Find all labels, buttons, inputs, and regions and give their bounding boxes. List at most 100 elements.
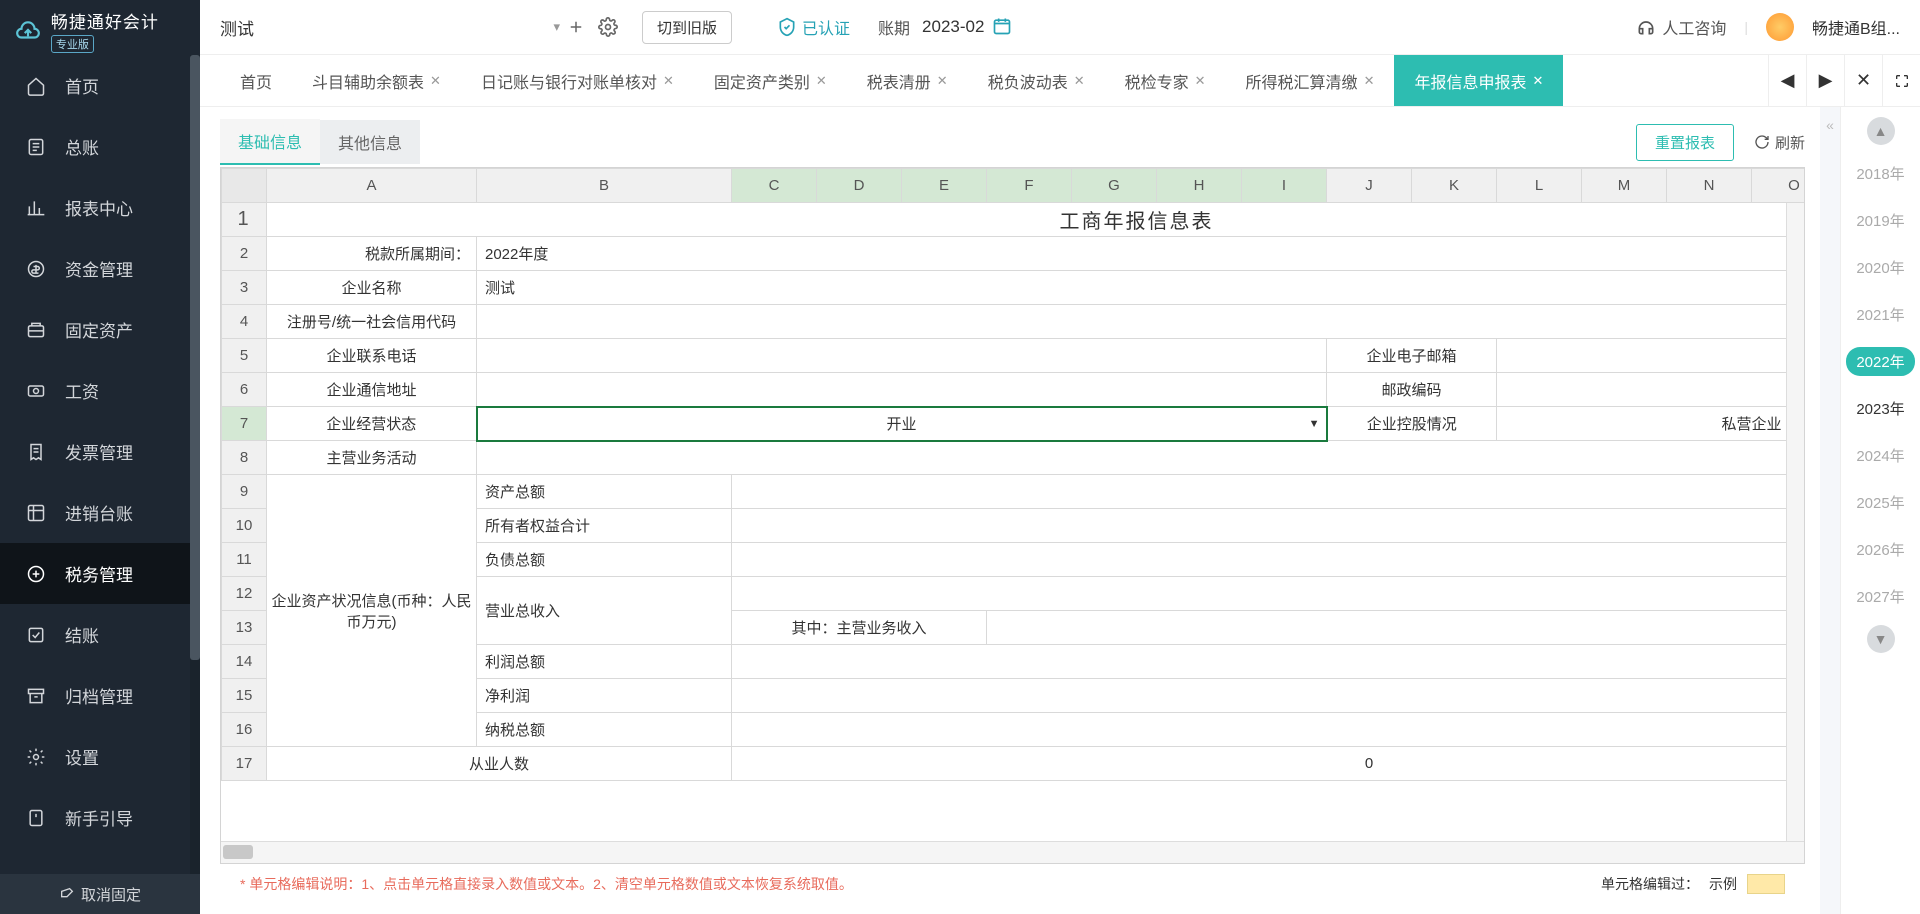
sample-swatch bbox=[1747, 874, 1785, 894]
col-header[interactable]: B bbox=[477, 169, 732, 203]
col-header[interactable]: L bbox=[1497, 169, 1582, 203]
home-icon bbox=[25, 75, 47, 97]
tab[interactable]: 首页 bbox=[220, 55, 292, 106]
nav-item-invoice[interactable]: 发票管理 bbox=[0, 421, 200, 482]
col-header[interactable]: O bbox=[1752, 169, 1805, 203]
tab[interactable]: 税检专家✕ bbox=[1105, 55, 1226, 106]
year-item[interactable]: 2021年 bbox=[1848, 300, 1912, 329]
nav-item-fund[interactable]: 资金管理 bbox=[0, 238, 200, 299]
close-icon[interactable]: ✕ bbox=[430, 73, 441, 89]
close-icon[interactable]: ✕ bbox=[663, 73, 674, 89]
nav-item-ledger[interactable]: 总账 bbox=[0, 116, 200, 177]
year-item[interactable]: 2024年 bbox=[1848, 441, 1912, 470]
col-header[interactable]: M bbox=[1582, 169, 1667, 203]
col-header[interactable]: K bbox=[1412, 169, 1497, 203]
support-link[interactable]: 人工咨询 bbox=[1636, 15, 1726, 39]
vertical-scrollbar[interactable] bbox=[1786, 203, 1804, 841]
sheet-tab-basic[interactable]: 基础信息 bbox=[220, 119, 320, 165]
year-item[interactable]: 2026年 bbox=[1848, 535, 1912, 564]
ledger-icon bbox=[25, 136, 47, 158]
asset-icon bbox=[25, 319, 47, 341]
tab[interactable]: 日记账与银行对账单核对✕ bbox=[461, 55, 694, 106]
col-header[interactable]: E bbox=[902, 169, 987, 203]
collapse-year-rail[interactable]: « bbox=[1820, 107, 1840, 914]
sidebar-pin-toggle[interactable]: 取消固定 bbox=[0, 874, 200, 914]
year-item[interactable]: 2023年 bbox=[1848, 394, 1912, 423]
year-up[interactable]: ▲ bbox=[1867, 117, 1895, 145]
col-header[interactable]: F bbox=[987, 169, 1072, 203]
close-icon[interactable]: ✕ bbox=[816, 73, 827, 89]
tab[interactable]: 所得税汇算清缴✕ bbox=[1226, 55, 1395, 106]
footer-note: * 单元格编辑说明：1、点击单元格直接录入数值或文本。2、清空单元格数值或文本恢… bbox=[240, 874, 853, 894]
calendar-icon[interactable] bbox=[992, 16, 1012, 39]
col-header[interactable]: H bbox=[1157, 169, 1242, 203]
close-icon[interactable]: ✕ bbox=[1195, 73, 1206, 89]
nav-item-asset[interactable]: 固定资产 bbox=[0, 299, 200, 360]
nav-item-home[interactable]: 首页 bbox=[0, 55, 200, 116]
tab-scroll-left[interactable]: ◀ bbox=[1768, 55, 1806, 106]
year-item[interactable]: 2022年 bbox=[1846, 347, 1914, 376]
col-header[interactable]: A bbox=[267, 169, 477, 203]
close-icon[interactable]: ✕ bbox=[1364, 73, 1375, 89]
settings-icon[interactable] bbox=[592, 11, 624, 43]
sidebar-scrollbar[interactable] bbox=[190, 55, 200, 660]
col-header[interactable]: N bbox=[1667, 169, 1752, 203]
year-rail: ▲ 2018年 2019年 2020年 2021年 2022年 2023年 2024年 202… bbox=[1840, 107, 1920, 914]
year-item[interactable]: 2027年 bbox=[1848, 582, 1912, 611]
tab[interactable]: 年报信息申报表✕ bbox=[1394, 55, 1563, 106]
tab[interactable]: 斗目辅助余额表✕ bbox=[292, 55, 461, 106]
year-item[interactable]: 2018年 bbox=[1848, 159, 1912, 188]
add-button[interactable] bbox=[560, 11, 592, 43]
tab[interactable]: 税负波动表✕ bbox=[968, 55, 1105, 106]
dropdown-icon[interactable]: ▼ bbox=[1309, 418, 1320, 430]
mascot-icon bbox=[1766, 13, 1794, 41]
nav-item-salary[interactable]: 工资 bbox=[0, 360, 200, 421]
corner-cell[interactable] bbox=[222, 169, 267, 203]
active-cell[interactable]: 开业▼ bbox=[477, 407, 1327, 441]
close-icon[interactable]: ✕ bbox=[1074, 73, 1085, 89]
brand-name: 畅捷通好会计 bbox=[51, 13, 159, 32]
fullscreen-icon[interactable] bbox=[1882, 55, 1920, 106]
inventory-icon bbox=[25, 502, 47, 524]
tab-scroll-right[interactable]: ▶ bbox=[1806, 55, 1844, 106]
reset-button[interactable]: 重置报表 bbox=[1636, 124, 1734, 161]
tab[interactable]: 固定资产类别✕ bbox=[694, 55, 847, 106]
user-name[interactable]: 畅捷通B组... bbox=[1812, 15, 1900, 39]
col-header[interactable]: J bbox=[1327, 169, 1412, 203]
nav-item-inventory[interactable]: 进销台账 bbox=[0, 482, 200, 543]
chart-icon bbox=[25, 197, 47, 219]
period-value[interactable]: 2023-02 bbox=[922, 17, 984, 37]
tab[interactable]: 税表清册✕ bbox=[847, 55, 968, 106]
year-item[interactable]: 2019年 bbox=[1848, 206, 1912, 235]
nav-item-settings[interactable]: 设置 bbox=[0, 726, 200, 787]
tab-close-all[interactable]: ✕ bbox=[1844, 55, 1882, 106]
period-label: 账期 bbox=[878, 15, 910, 39]
col-header[interactable]: D bbox=[817, 169, 902, 203]
col-header[interactable]: G bbox=[1072, 169, 1157, 203]
brand: 畅捷通好会计 专业版 bbox=[0, 0, 200, 55]
sheet-title[interactable]: 工商年报信息表 bbox=[267, 203, 1805, 237]
company-select[interactable]: 测试 ▾ bbox=[220, 10, 560, 45]
fund-icon bbox=[25, 258, 47, 280]
sheet-tab-other[interactable]: 其他信息 bbox=[320, 120, 420, 164]
nav-item-archive[interactable]: 归档管理 bbox=[0, 665, 200, 726]
nav-item-guide[interactable]: 新手引导 bbox=[0, 787, 200, 848]
horizontal-scrollbar[interactable] bbox=[221, 841, 1804, 863]
guide-icon bbox=[25, 807, 47, 829]
brand-edition: 专业版 bbox=[51, 35, 94, 53]
nav-item-chart[interactable]: 报表中心 bbox=[0, 177, 200, 238]
close-icon[interactable]: ✕ bbox=[937, 73, 948, 89]
topbar: 测试 ▾ 切到旧版 已认证 账期 2023-02 人工咨询 | 畅捷通B组... bbox=[200, 0, 1920, 55]
close-icon[interactable]: ✕ bbox=[1532, 73, 1543, 89]
year-item[interactable]: 2020年 bbox=[1848, 253, 1912, 282]
year-down[interactable]: ▼ bbox=[1867, 625, 1895, 653]
refresh-button[interactable]: 刷新 bbox=[1754, 124, 1805, 161]
col-header[interactable]: I bbox=[1242, 169, 1327, 203]
old-version-button[interactable]: 切到旧版 bbox=[642, 11, 732, 44]
nav-item-tax[interactable]: 税务管理 bbox=[0, 543, 200, 604]
sample-label: 示例 bbox=[1709, 874, 1737, 894]
nav-item-close[interactable]: 结账 bbox=[0, 604, 200, 665]
col-header[interactable]: C bbox=[732, 169, 817, 203]
spreadsheet[interactable]: A B C D E F G H I J K L bbox=[220, 167, 1805, 864]
year-item[interactable]: 2025年 bbox=[1848, 488, 1912, 517]
